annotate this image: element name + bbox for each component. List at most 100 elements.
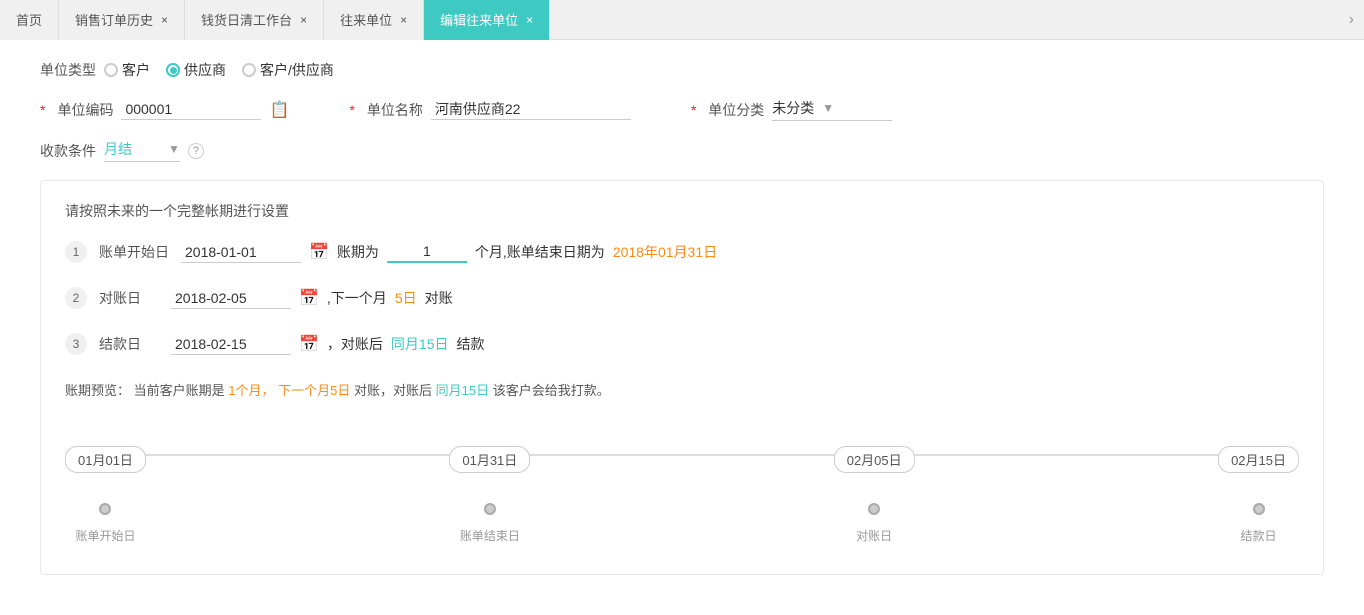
payment-terms-value: 月结 bbox=[104, 139, 164, 159]
tab-sales-history[interactable]: 销售订单历史 × bbox=[59, 0, 185, 40]
node-1-badge: 01月01日 bbox=[65, 446, 146, 473]
step-2-highlight: 5日 bbox=[395, 288, 417, 308]
step-1-end-date: 2018年01月31日 bbox=[613, 242, 717, 262]
preview-highlight-1: 1个月， bbox=[228, 383, 274, 398]
timeline-node-2: 01月31日 账单结束日 bbox=[449, 446, 530, 544]
payment-terms-arrow: ▼ bbox=[168, 142, 180, 156]
unit-category-star: * bbox=[691, 102, 696, 118]
payment-terms-group: 收款条件 月结 ▼ ? bbox=[40, 139, 204, 162]
radio-both-circle bbox=[242, 63, 256, 77]
step-1-row: 1 账单开始日 📅 账期为 个月,账单结束日期为 2018年01月31日 bbox=[65, 241, 1299, 263]
preview-text-4: 该客户会给我打款。 bbox=[493, 383, 610, 398]
tab-more-arrow[interactable]: › bbox=[1339, 11, 1364, 29]
step-1-period-suffix: 个月,账单结束日期为 bbox=[475, 242, 605, 262]
timeline-node-1: 01月01日 账单开始日 bbox=[65, 446, 146, 544]
preview-section: 账期预览： 当前客户账期是 1个月， 下一个月5日 对账，对账后 同月15日 该… bbox=[65, 379, 1299, 402]
step-3-content: 📅 ，对账后 同月15日 结款 bbox=[171, 334, 485, 355]
unit-info-row: * 单位编码 📋 * 单位名称 * 单位分类 未分类 ▼ bbox=[40, 98, 1324, 121]
payment-terms-select[interactable]: 月结 ▼ bbox=[104, 139, 180, 162]
preview-label: 账期预览： bbox=[65, 383, 130, 398]
preview-text-2: 下一个月5日 bbox=[278, 383, 350, 398]
node-2-label: 账单结束日 bbox=[460, 527, 520, 544]
node-2-badge: 01月31日 bbox=[449, 446, 530, 473]
tab-cash-work-label: 钱货日清工作台 bbox=[201, 10, 292, 29]
radio-supplier[interactable]: 供应商 bbox=[166, 60, 226, 80]
tab-edit-partner[interactable]: 编辑往来单位 × bbox=[424, 0, 550, 40]
step-1-calendar-icon[interactable]: 📅 bbox=[309, 242, 329, 262]
node-3-dot bbox=[868, 503, 880, 515]
step-1-period-prefix: 账期为 bbox=[337, 242, 379, 262]
step-3-prefix: ，对账后 bbox=[327, 334, 383, 354]
node-4-label: 结款日 bbox=[1241, 527, 1277, 544]
unit-code-icon[interactable]: 📋 bbox=[269, 100, 289, 120]
unit-category-label: 单位分类 bbox=[708, 100, 764, 120]
unit-code-input[interactable] bbox=[121, 99, 261, 120]
timeline-node-4: 02月15日 结款日 bbox=[1218, 446, 1299, 544]
radio-group: 客户 供应商 客户/供应商 bbox=[104, 60, 334, 80]
preview-text-3: 对账，对账后 bbox=[354, 383, 432, 398]
radio-supplier-circle bbox=[166, 63, 180, 77]
step-3-calendar-icon[interactable]: 📅 bbox=[299, 334, 319, 354]
tab-sales-history-label: 销售订单历史 bbox=[75, 10, 153, 29]
step-2-content: 📅 ,下一个月 5日 对账 bbox=[171, 288, 453, 309]
section-title: 请按照未来的一个完整帐期进行设置 bbox=[65, 201, 1299, 221]
step-3-highlight: 同月15日 bbox=[391, 334, 449, 354]
step-2-suffix: 对账 bbox=[425, 288, 453, 308]
timeline: 01月01日 账单开始日 01月31日 账单结束日 02月05日 对账日 02月… bbox=[65, 426, 1299, 554]
node-1-label: 账单开始日 bbox=[75, 527, 135, 544]
unit-code-group: * 单位编码 📋 bbox=[40, 99, 289, 120]
tab-cash-work[interactable]: 钱货日清工作台 × bbox=[185, 0, 324, 40]
node-4-dot bbox=[1253, 503, 1265, 515]
tab-edit-partner-close[interactable]: × bbox=[526, 14, 533, 26]
preview-highlight-2: 同月15日 bbox=[436, 383, 489, 398]
step-3-label: 结款日 bbox=[99, 334, 159, 354]
tab-home[interactable]: 首页 bbox=[0, 0, 59, 40]
unit-name-star: * bbox=[349, 102, 354, 118]
main-content: 单位类型 客户 供应商 客户/供应商 * 单位编码 bbox=[0, 40, 1364, 615]
radio-supplier-label: 供应商 bbox=[184, 60, 226, 80]
tab-partner-close[interactable]: × bbox=[400, 14, 407, 26]
payment-terms-row: 收款条件 月结 ▼ ? bbox=[40, 139, 1324, 162]
node-1-dot bbox=[99, 503, 111, 515]
tab-partner-label: 往来单位 bbox=[340, 10, 392, 29]
step-3-suffix: 结款 bbox=[457, 334, 485, 354]
node-4-badge: 02月15日 bbox=[1218, 446, 1299, 473]
unit-name-group: * 单位名称 bbox=[349, 99, 630, 120]
tab-cash-work-close[interactable]: × bbox=[300, 14, 307, 26]
tab-edit-partner-label: 编辑往来单位 bbox=[440, 10, 518, 29]
step-2-date-input[interactable] bbox=[171, 288, 291, 309]
payment-terms-label: 收款条件 bbox=[40, 141, 96, 161]
settings-section: 请按照未来的一个完整帐期进行设置 1 账单开始日 📅 账期为 个月,账单结束日期… bbox=[40, 180, 1324, 575]
step-2-calendar-icon[interactable]: 📅 bbox=[299, 288, 319, 308]
tab-home-label: 首页 bbox=[16, 10, 42, 29]
unit-category-group: * 单位分类 未分类 ▼ bbox=[691, 98, 892, 121]
unit-type-row: 单位类型 客户 供应商 客户/供应商 bbox=[40, 60, 1324, 80]
timeline-nodes: 01月01日 账单开始日 01月31日 账单结束日 02月05日 对账日 02月… bbox=[65, 446, 1299, 544]
step-3-date-input[interactable] bbox=[171, 334, 291, 355]
radio-customer-circle bbox=[104, 63, 118, 77]
step-1-content: 📅 账期为 个月,账单结束日期为 2018年01月31日 bbox=[181, 241, 717, 263]
node-3-label: 对账日 bbox=[856, 527, 892, 544]
unit-code-star: * bbox=[40, 102, 45, 118]
unit-name-input[interactable] bbox=[431, 99, 631, 120]
step-3-num: 3 bbox=[65, 333, 87, 355]
tab-bar: 首页 销售订单历史 × 钱货日清工作台 × 往来单位 × 编辑往来单位 × › bbox=[0, 0, 1364, 40]
step-1-period-input[interactable] bbox=[387, 241, 467, 263]
timeline-node-3: 02月05日 对账日 bbox=[834, 446, 915, 544]
step-1-date-input[interactable] bbox=[181, 242, 301, 263]
node-3-badge: 02月05日 bbox=[834, 446, 915, 473]
step-2-row: 2 对账日 📅 ,下一个月 5日 对账 bbox=[65, 287, 1299, 309]
help-icon[interactable]: ? bbox=[188, 143, 204, 159]
radio-both[interactable]: 客户/供应商 bbox=[242, 60, 334, 80]
tab-partner[interactable]: 往来单位 × bbox=[324, 0, 424, 40]
radio-both-label: 客户/供应商 bbox=[260, 60, 334, 80]
unit-type-label: 单位类型 bbox=[40, 60, 96, 80]
step-1-label: 账单开始日 bbox=[99, 242, 169, 262]
preview-text-1: 当前客户账期是 bbox=[134, 383, 225, 398]
step-1-num: 1 bbox=[65, 241, 87, 263]
unit-type-group: 单位类型 客户 供应商 客户/供应商 bbox=[40, 60, 334, 80]
unit-category-select[interactable]: 未分类 ▼ bbox=[772, 98, 892, 121]
radio-customer[interactable]: 客户 bbox=[104, 60, 150, 80]
tab-sales-history-close[interactable]: × bbox=[161, 14, 168, 26]
step-2-num: 2 bbox=[65, 287, 87, 309]
